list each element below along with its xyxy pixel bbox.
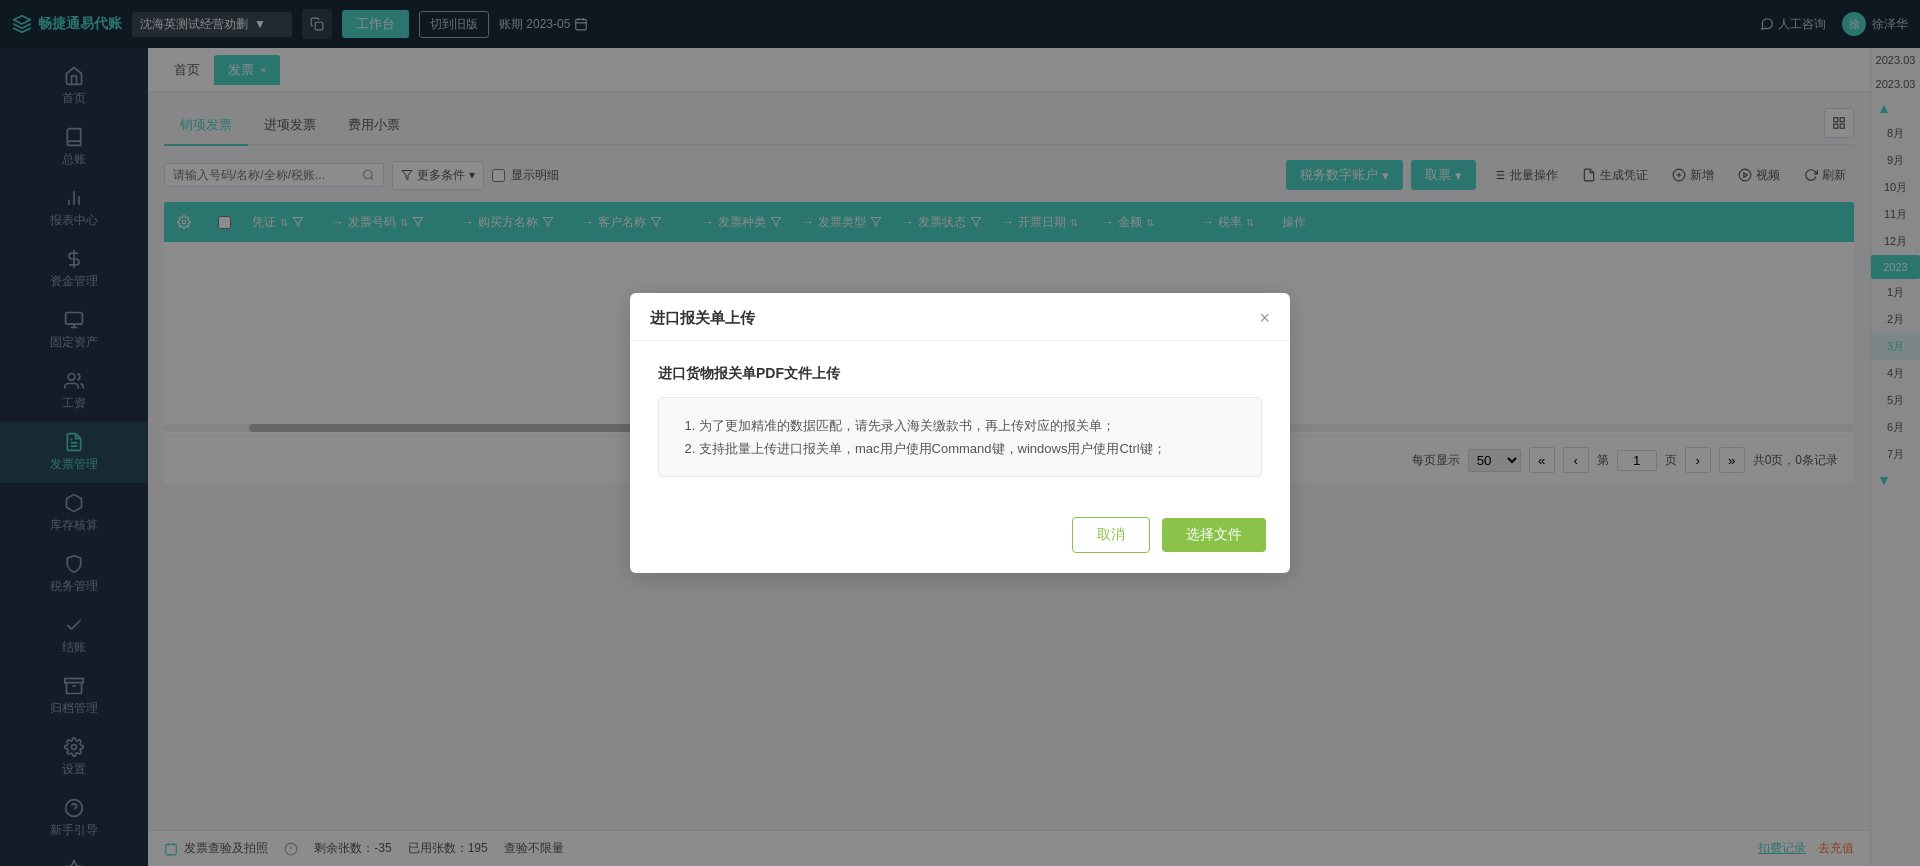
- instruction-2: 支持批量上传进口报关单，mac用户使用Command键，windows用户使用C…: [699, 437, 1241, 460]
- instruction-1: 为了更加精准的数据匹配，请先录入海关缴款书，再上传对应的报关单；: [699, 414, 1241, 437]
- modal-instructions: 为了更加精准的数据匹配，请先录入海关缴款书，再上传对应的报关单； 支持批量上传进…: [658, 397, 1262, 478]
- modal-cancel-btn[interactable]: 取消: [1072, 517, 1150, 553]
- modal-body: 进口货物报关单PDF文件上传 为了更加精准的数据匹配，请先录入海关缴款书，再上传…: [630, 341, 1290, 502]
- modal-close-btn[interactable]: ×: [1259, 309, 1270, 327]
- modal-section-title: 进口货物报关单PDF文件上传: [658, 365, 1262, 383]
- modal-header: 进口报关单上传 ×: [630, 293, 1290, 341]
- modal-overlay: 进口报关单上传 × 进口货物报关单PDF文件上传 为了更加精准的数据匹配，请先录…: [0, 0, 1920, 866]
- modal-footer: 取消 选择文件: [630, 501, 1290, 573]
- modal-title: 进口报关单上传: [650, 309, 755, 328]
- import-customs-modal: 进口报关单上传 × 进口货物报关单PDF文件上传 为了更加精准的数据匹配，请先录…: [630, 293, 1290, 574]
- modal-select-file-btn[interactable]: 选择文件: [1162, 518, 1266, 552]
